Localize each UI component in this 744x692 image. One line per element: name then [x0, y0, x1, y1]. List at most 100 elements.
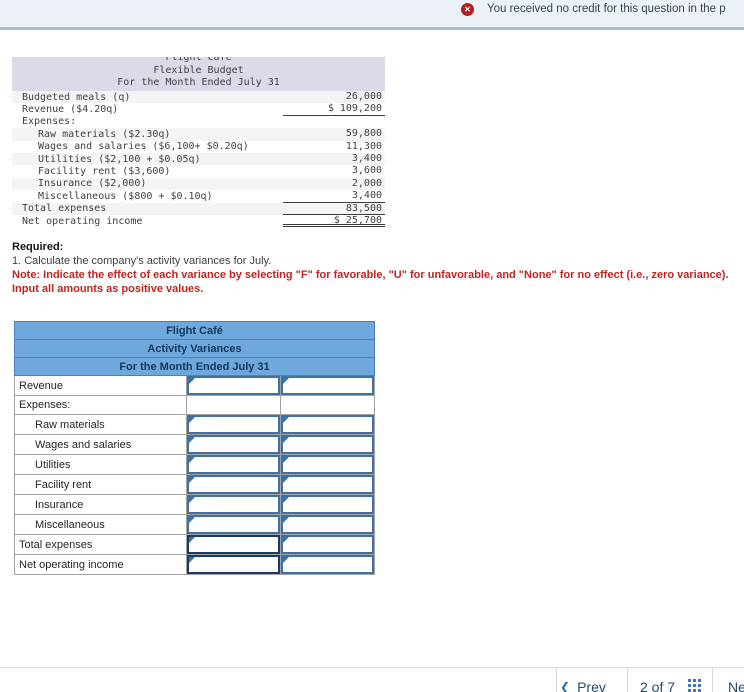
- divider: [712, 668, 713, 692]
- table-row: Raw materials: [14, 414, 375, 435]
- variance-row-label: Facility rent: [14, 474, 187, 495]
- budget-row-amount: 3,400: [283, 190, 385, 203]
- page: ✕ You received no credit for this questi…: [0, 0, 744, 692]
- table-row: Insurance: [14, 494, 375, 515]
- revenue-amount-input[interactable]: [187, 376, 280, 395]
- variance-row-label: Miscellaneous: [14, 514, 187, 535]
- variance-row-label: Wages and salaries: [14, 434, 187, 455]
- budget-row: Expenses:: [12, 116, 385, 128]
- next-button[interactable]: Next: [728, 679, 744, 692]
- budget-row-amount: 2,000: [351, 177, 382, 189]
- question-map-button[interactable]: [688, 679, 701, 692]
- divider: [627, 668, 628, 692]
- prev-button[interactable]: ❮ Prev: [560, 679, 606, 692]
- budget-row-label: Expenses:: [22, 116, 77, 128]
- budget-row-amount: [283, 116, 385, 128]
- variance-title-period: For the Month Ended July 31: [14, 357, 375, 376]
- table-row: Net operating income: [14, 554, 375, 575]
- required-heading: Required:: [12, 241, 64, 253]
- variance-row-label: Insurance: [14, 494, 187, 515]
- variance-row-label: Raw materials: [14, 414, 187, 435]
- budget-row-amount: 3,600: [351, 165, 382, 177]
- budget-title-report: Flexible Budget: [153, 65, 244, 76]
- table-row: Facility rent: [14, 474, 375, 495]
- budget-row-label: Utilities ($2,100 + $0.05q): [38, 153, 201, 165]
- net-operating-income-effect-input[interactable]: [281, 555, 374, 574]
- budget-row: Total expenses 83,500: [12, 202, 385, 215]
- budget-row: Revenue ($4.20q) $ 109,200: [12, 103, 385, 116]
- utilities-effect-input[interactable]: [281, 455, 374, 474]
- budget-row: Utilities ($2,100 + $0.05q) 3,400: [12, 152, 385, 166]
- budget-row-label: Total expenses: [22, 203, 107, 215]
- table-row: Miscellaneous: [14, 514, 375, 535]
- table-row: Expenses:: [14, 395, 375, 415]
- table-row: Total expenses: [14, 534, 375, 555]
- variance-title-company: Flight Café: [14, 321, 375, 340]
- budget-row: Budgeted meals (q) 26,000: [12, 91, 385, 104]
- total-expenses-amount-input[interactable]: [187, 535, 280, 554]
- table-row: Revenue: [14, 375, 375, 396]
- required-section: Required: 1. Calculate the company's act…: [12, 240, 734, 296]
- budget-row: Insurance ($2,000) 2,000: [12, 177, 385, 191]
- variance-row-label: Utilities: [14, 454, 187, 475]
- pagination-footer: ❮ Prev 2 of 7 Next: [0, 667, 744, 692]
- net-operating-income-amount-input[interactable]: [187, 555, 280, 574]
- budget-row-label: Wages and salaries ($6,100+ $0.20q): [38, 141, 249, 153]
- insurance-amount-input[interactable]: [187, 495, 280, 514]
- miscellaneous-effect-input[interactable]: [281, 515, 374, 534]
- budget-row-label: Insurance ($2,000): [38, 178, 147, 190]
- miscellaneous-amount-input[interactable]: [187, 515, 280, 534]
- table-row: Utilities: [14, 454, 375, 475]
- error-icon: ✕: [461, 3, 474, 16]
- facility-rent-amount-input[interactable]: [187, 475, 280, 494]
- budget-row: Raw materials ($2.30q) 59,800: [12, 128, 385, 141]
- budget-row: Wages and salaries ($6,100+ $0.20q) 11,30…: [12, 141, 385, 153]
- budget-row: Miscellaneous ($800 + $0.10q) 3,400: [12, 190, 385, 203]
- budget-row-amount: 11,300: [345, 140, 382, 152]
- budget-row-label: Net operating income: [22, 215, 143, 227]
- budget-row-label: Facility rent ($3,600): [38, 166, 171, 178]
- budget-row-amount: $ 25,700: [283, 215, 385, 228]
- budget-row-amount: 26,000: [345, 91, 382, 102]
- budget-row-label: Miscellaneous ($800 + $0.10q): [38, 190, 213, 202]
- variance-row-label: Net operating income: [14, 554, 187, 575]
- budget-row-label: Budgeted meals (q): [22, 91, 131, 103]
- empty-cell: [186, 395, 281, 415]
- utilities-amount-input[interactable]: [187, 455, 280, 474]
- budget-title-period: For the Month Ended July 31: [117, 77, 280, 88]
- notice-message: You received no credit for this question…: [487, 3, 726, 15]
- prev-label: Prev: [577, 679, 606, 692]
- wages-salaries-amount-input[interactable]: [187, 435, 280, 454]
- empty-cell: [280, 395, 375, 415]
- variance-title-report: Activity Variances: [14, 339, 375, 358]
- activity-variances-table: Flight Café Activity Variances For the M…: [14, 321, 375, 575]
- required-item: 1. Calculate the company's activity vari…: [12, 255, 272, 267]
- budget-row: Facility rent ($3,600) 3,600: [12, 165, 385, 177]
- divider: [556, 668, 557, 692]
- required-note: Note: Indicate the effect of each varian…: [12, 269, 729, 295]
- facility-rent-effect-input[interactable]: [281, 475, 374, 494]
- budget-title-company: Flight Café: [165, 57, 232, 63]
- budget-title: Flight Café Flexible Budget For the Mont…: [12, 57, 385, 91]
- page-indicator: 2 of 7: [640, 679, 676, 692]
- raw-materials-amount-input[interactable]: [187, 415, 280, 434]
- budget-row-amount: 3,400: [351, 152, 382, 164]
- budget-row-amount: 83,500: [283, 203, 385, 215]
- budget-row: Net operating income $ 25,700: [12, 215, 385, 228]
- notice-banner: ✕ You received no credit for this questi…: [0, 0, 744, 30]
- grid-icon: [688, 679, 701, 692]
- table-row: Wages and salaries: [14, 434, 375, 455]
- budget-row-amount: 59,800: [345, 128, 382, 140]
- insurance-effect-input[interactable]: [281, 495, 374, 514]
- chevron-left-icon: ❮: [560, 680, 571, 692]
- budget-row-label: Revenue ($4.20q): [22, 104, 119, 116]
- total-expenses-effect-input[interactable]: [281, 535, 374, 554]
- wages-salaries-effect-input[interactable]: [281, 435, 374, 454]
- budget-row-label: Raw materials ($2.30q): [38, 128, 171, 140]
- flexible-budget-table: Flight Café Flexible Budget For the Mont…: [12, 57, 385, 228]
- budget-row-amount: $ 109,200: [283, 103, 385, 116]
- variance-row-label: Expenses:: [14, 395, 187, 415]
- revenue-effect-input[interactable]: [281, 376, 374, 395]
- raw-materials-effect-input[interactable]: [281, 415, 374, 434]
- next-label: Next: [728, 679, 744, 692]
